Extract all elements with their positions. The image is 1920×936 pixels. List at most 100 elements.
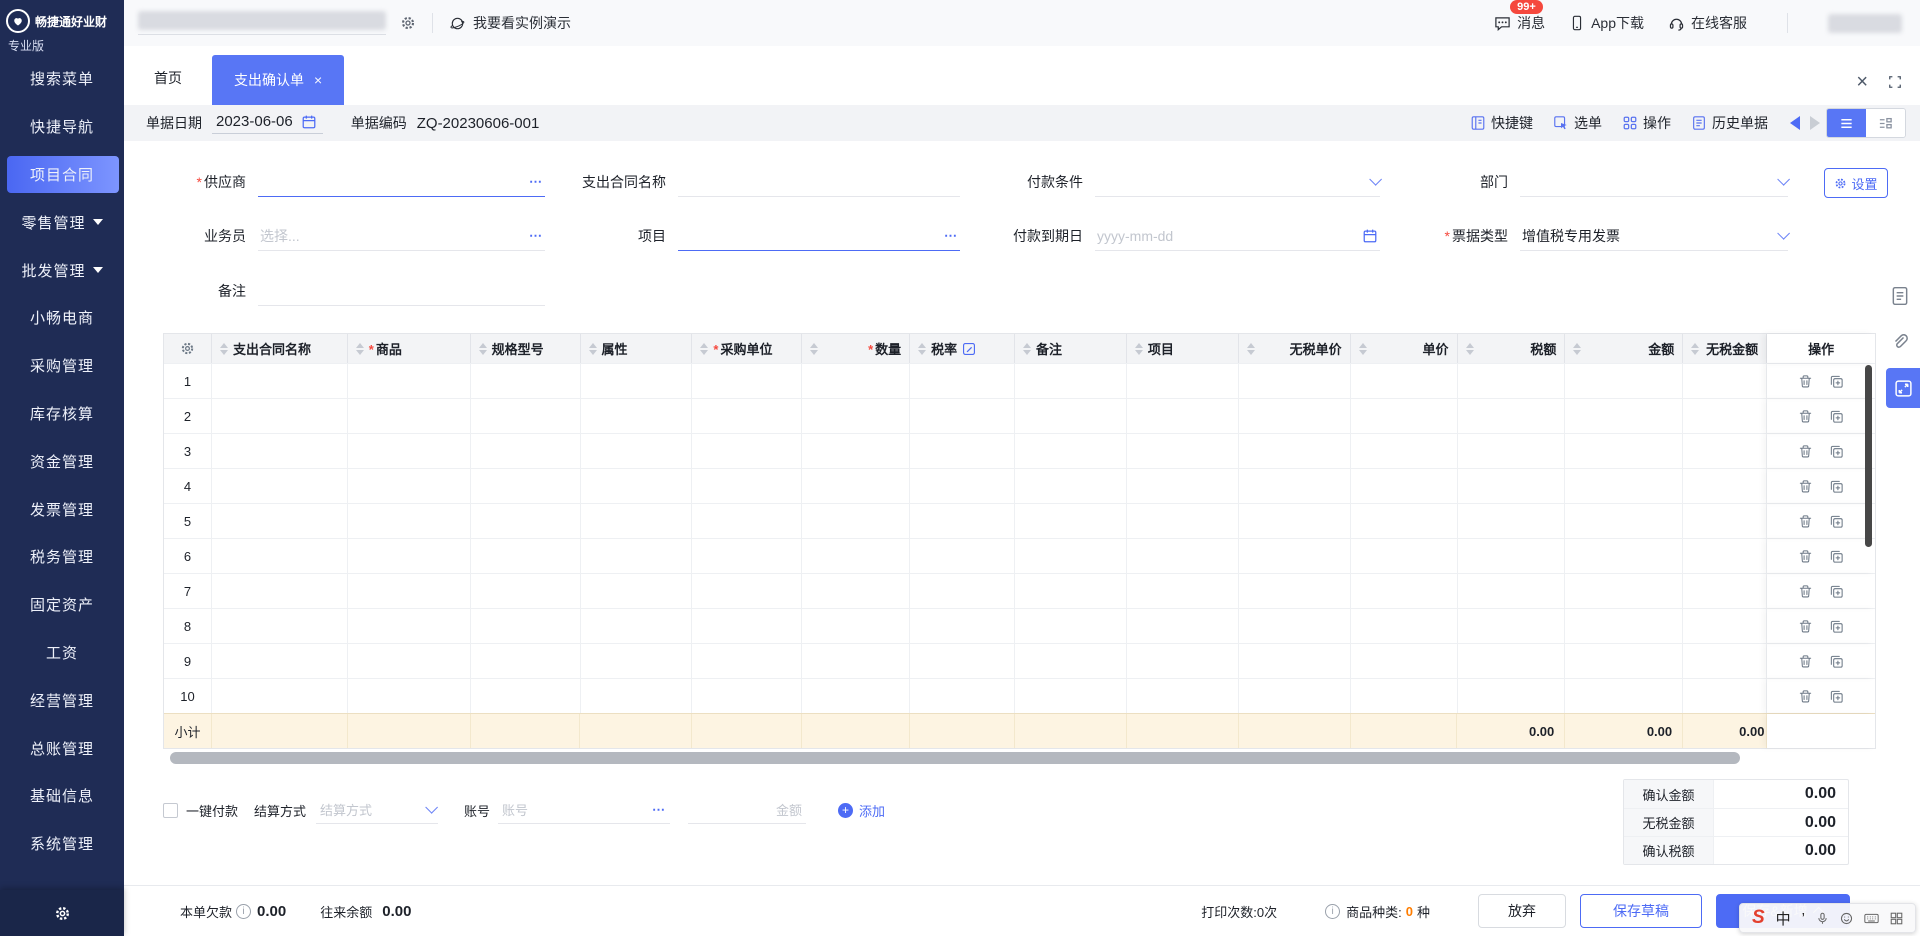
table-cell[interactable] [1458,399,1566,433]
emoji-icon[interactable] [1840,912,1853,925]
column-header-5[interactable]: * 采购单位 [692,334,803,363]
copy-row-icon[interactable] [1829,444,1844,459]
table-cell[interactable] [1127,644,1239,678]
contract-name-input[interactable] [678,167,960,197]
sort-carets-icon[interactable] [1465,342,1474,355]
table-cell[interactable] [910,539,1016,573]
delete-row-icon[interactable] [1798,479,1813,494]
table-cell[interactable] [581,679,693,713]
table-cell[interactable] [1458,609,1566,643]
list-view-button[interactable] [1827,109,1866,137]
column-header-3[interactable]: 规格型号 [471,334,581,363]
tab-close-icon[interactable]: × [314,72,322,88]
table-cell[interactable] [802,399,911,433]
copy-row-icon[interactable] [1829,374,1844,389]
table-cell[interactable] [1239,574,1351,608]
table-cell[interactable] [802,434,911,468]
table-cell[interactable] [471,539,581,573]
sort-carets-icon[interactable] [810,342,819,355]
table-cell[interactable] [471,504,581,538]
sidebar-item-13[interactable]: 经营管理 [0,676,124,724]
ime-mode-chinese[interactable]: 中 [1776,908,1791,929]
save-draft-button[interactable]: 保存草稿 [1580,894,1702,928]
table-cell[interactable] [1351,539,1458,573]
vertical-scrollbar[interactable] [1865,365,1872,547]
sort-carets-icon[interactable] [478,342,487,355]
horizontal-scrollbar-thumb[interactable] [170,752,1740,764]
table-cell[interactable] [1015,399,1127,433]
tab-home[interactable]: 首页 [124,68,212,105]
invoice-type-select[interactable]: 增值税专用发票 [1520,221,1790,251]
add-payment-button[interactable]: + 添加 [838,801,885,820]
prev-doc-icon[interactable] [1790,116,1800,130]
table-cell[interactable] [692,364,803,398]
table-cell[interactable] [1458,679,1566,713]
table-cell[interactable] [212,609,348,643]
table-cell[interactable] [1127,434,1239,468]
table-cell[interactable] [212,469,348,503]
table-cell[interactable] [1683,574,1768,608]
table-cell[interactable] [1351,399,1458,433]
table-cell[interactable] [1565,574,1684,608]
table-cell[interactable] [212,399,348,433]
table-cell[interactable] [1239,644,1351,678]
table-cell[interactable] [1683,469,1768,503]
table-cell[interactable] [1683,504,1768,538]
table-cell[interactable] [910,364,1016,398]
table-cell[interactable] [1458,364,1566,398]
lookup-dots-icon[interactable]: ⋯ [529,174,543,190]
delete-row-icon[interactable] [1798,444,1813,459]
table-cell[interactable] [212,679,348,713]
table-cell[interactable] [1015,609,1127,643]
table-cell[interactable] [1565,469,1684,503]
table-cell[interactable] [802,679,911,713]
table-cell[interactable] [1127,539,1239,573]
table-cell[interactable] [1565,364,1684,398]
column-header-7[interactable]: 税率 [910,334,1016,363]
table-cell[interactable] [910,609,1016,643]
close-page-icon[interactable]: × [1856,72,1868,92]
table-cell[interactable] [1351,434,1458,468]
column-header-1[interactable]: 支出合同名称 [212,334,348,363]
salesman-input[interactable]: 选择... ⋯ [258,221,545,251]
sidebar-item-14[interactable]: 总账管理 [0,724,124,772]
sidebar-item-0[interactable]: 搜索菜单 [0,55,124,103]
table-cell[interactable] [1015,504,1127,538]
sort-carets-icon[interactable] [1573,342,1582,355]
table-cell[interactable] [1683,609,1768,643]
table-cell[interactable] [692,574,803,608]
next-doc-icon[interactable] [1810,116,1820,130]
table-cell[interactable] [471,679,581,713]
settings-button[interactable]: 设置 [1824,168,1888,198]
sort-carets-icon[interactable] [1134,342,1143,355]
sidebar-item-11[interactable]: 固定资产 [0,581,124,629]
project-input[interactable]: ⋯ [678,221,960,251]
table-cell[interactable] [1683,399,1768,433]
table-cell[interactable] [1127,469,1239,503]
table-cell[interactable] [212,574,348,608]
table-cell[interactable] [1458,539,1566,573]
table-cell[interactable] [910,644,1016,678]
table-cell[interactable] [1351,504,1458,538]
table-cell[interactable] [910,399,1016,433]
table-cell[interactable] [1239,504,1351,538]
amount-input[interactable]: 金额 [688,796,807,824]
table-cell[interactable] [1127,364,1239,398]
table-cell[interactable] [1127,679,1239,713]
table-cell[interactable] [1565,399,1684,433]
table-cell[interactable] [348,504,471,538]
table-cell[interactable] [1015,434,1127,468]
table-cell[interactable] [802,469,911,503]
table-cell[interactable] [1458,469,1566,503]
redacted-username[interactable] [1828,13,1902,33]
sidebar-item-16[interactable]: 系统管理 [0,820,124,868]
table-cell[interactable] [471,609,581,643]
lookup-dots-icon[interactable]: ⋯ [529,228,543,244]
account-input[interactable]: 账号 ⋯ [498,796,671,824]
table-cell[interactable] [1127,609,1239,643]
table-cell[interactable] [802,504,911,538]
lookup-dots-icon[interactable]: ⋯ [652,802,666,818]
table-cell[interactable] [1351,574,1458,608]
doc-date-field[interactable]: 2023-06-06 [212,112,323,134]
table-cell[interactable] [348,644,471,678]
